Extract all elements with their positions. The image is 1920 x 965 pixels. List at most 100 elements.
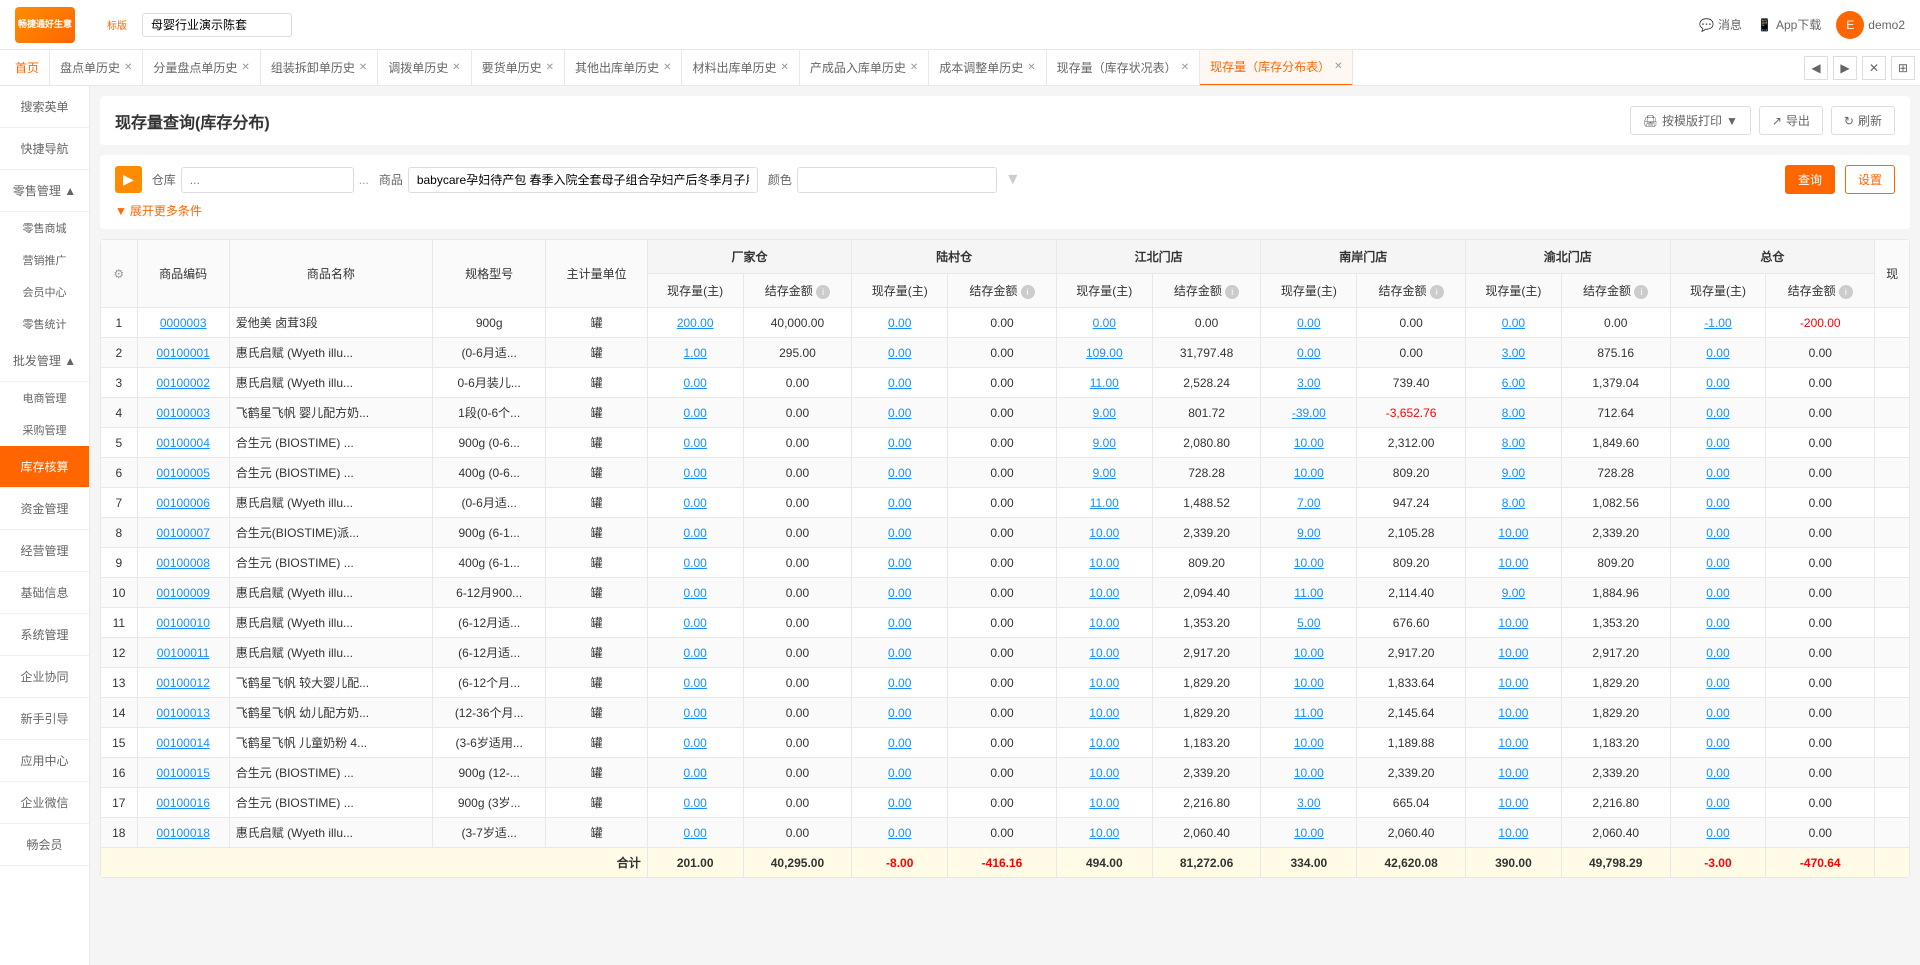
row-j1-link[interactable]: 10.00 <box>1089 766 1119 780</box>
row-n1-link[interactable]: 9.00 <box>1297 526 1320 540</box>
row-n1-link[interactable]: 10.00 <box>1294 466 1324 480</box>
row-t1-link[interactable]: 0.00 <box>1706 766 1729 780</box>
code-link[interactable]: 00100016 <box>156 796 209 810</box>
code-link[interactable]: 00100002 <box>156 376 209 390</box>
app-download-btn[interactable]: 📱 App下载 <box>1757 16 1821 33</box>
row-y1-link[interactable]: 3.00 <box>1502 346 1525 360</box>
export-btn[interactable]: ↗ 导出 <box>1759 106 1823 135</box>
user-avatar-area[interactable]: E demo2 <box>1836 11 1905 39</box>
row-y1-link[interactable]: 10.00 <box>1498 646 1528 660</box>
tab-close-inv-status[interactable]: ✕ <box>1181 62 1189 73</box>
row-l1-link[interactable]: 0.00 <box>888 586 911 600</box>
code-link[interactable]: 00100012 <box>156 676 209 690</box>
n-amt-info-icon[interactable]: i <box>1430 285 1444 299</box>
row-n1-link[interactable]: 0.00 <box>1297 316 1320 330</box>
code-link[interactable]: 00100005 <box>156 466 209 480</box>
sidebar-item-retail-stats[interactable]: 零售统计 <box>0 308 89 340</box>
row-f1-link[interactable]: 0.00 <box>683 586 706 600</box>
tab-expand-btn[interactable]: ⊞ <box>1891 56 1915 80</box>
print-btn[interactable]: 🖨 按模版打印 ▼ <box>1630 106 1751 135</box>
row-y1-link[interactable]: 0.00 <box>1502 316 1525 330</box>
sidebar-item-basic[interactable]: 基础信息 <box>0 572 89 614</box>
row-l1-link[interactable]: 0.00 <box>888 496 911 510</box>
row-l1-link[interactable]: 0.00 <box>888 406 911 420</box>
row-l1-link[interactable]: 0.00 <box>888 526 911 540</box>
tab-home[interactable]: 首页 <box>5 50 50 86</box>
row-j1-link[interactable]: 10.00 <box>1089 736 1119 750</box>
row-n1-link[interactable]: 10.00 <box>1294 646 1324 660</box>
row-y1-link[interactable]: 8.00 <box>1502 436 1525 450</box>
row-y1-link[interactable]: 10.00 <box>1498 796 1528 810</box>
sidebar-item-purchase[interactable]: 采购管理 <box>0 414 89 446</box>
row-n1-link[interactable]: 0.00 <box>1297 346 1320 360</box>
row-t1-link[interactable]: -1.00 <box>1704 316 1731 330</box>
f-amt-info-icon[interactable]: i <box>816 285 830 299</box>
tab-inventory-dist[interactable]: 现存量（库存分布表） ✕ <box>1200 50 1353 86</box>
code-link[interactable]: 00100009 <box>156 586 209 600</box>
warehouse-more-btn[interactable]: ... <box>359 173 369 187</box>
code-link[interactable]: 00100006 <box>156 496 209 510</box>
row-y1-link[interactable]: 9.00 <box>1502 586 1525 600</box>
row-t1-link[interactable]: 0.00 <box>1706 526 1729 540</box>
tab-close-inv-dist[interactable]: ✕ <box>1334 61 1342 72</box>
row-l1-link[interactable]: 0.00 <box>888 316 911 330</box>
row-y1-link[interactable]: 8.00 <box>1502 406 1525 420</box>
tab-stocktake[interactable]: 盘点单历史 ✕ <box>50 50 143 86</box>
tab-close-material[interactable]: ✕ <box>780 62 788 73</box>
row-f1-link[interactable]: 0.00 <box>683 616 706 630</box>
code-link[interactable]: 00100014 <box>156 736 209 750</box>
row-j1-link[interactable]: 11.00 <box>1090 496 1119 510</box>
row-f1-link[interactable]: 0.00 <box>683 796 706 810</box>
row-t1-link[interactable]: 0.00 <box>1706 736 1729 750</box>
query-btn[interactable]: 查询 <box>1785 165 1835 194</box>
row-t1-link[interactable]: 0.00 <box>1706 556 1729 570</box>
row-f1-link[interactable]: 0.00 <box>683 706 706 720</box>
tab-inventory-status[interactable]: 现存量（库存状况表） ✕ <box>1047 50 1200 86</box>
row-l1-link[interactable]: 0.00 <box>888 346 911 360</box>
row-f1-link[interactable]: 0.00 <box>683 646 706 660</box>
code-link[interactable]: 00100018 <box>156 826 209 840</box>
tab-next-btn[interactable]: ▶ <box>1833 56 1857 80</box>
row-f1-link[interactable]: 0.00 <box>683 406 706 420</box>
row-j1-link[interactable]: 9.00 <box>1093 466 1116 480</box>
tab-close-cost[interactable]: ✕ <box>1027 62 1035 73</box>
row-f1-link[interactable]: 0.00 <box>683 526 706 540</box>
row-j1-link[interactable]: 10.00 <box>1089 676 1119 690</box>
tab-product-in[interactable]: 产成品入库单历史 ✕ <box>800 50 929 86</box>
row-t1-link[interactable]: 0.00 <box>1706 796 1729 810</box>
code-link[interactable]: 00100010 <box>156 616 209 630</box>
filter-toggle-btn[interactable]: ▶ <box>115 166 142 193</box>
row-n1-link[interactable]: 10.00 <box>1294 826 1324 840</box>
row-n1-link[interactable]: 7.00 <box>1297 496 1320 510</box>
tab-close-other[interactable]: ✕ <box>663 62 671 73</box>
row-f1-link[interactable]: 0.00 <box>683 676 706 690</box>
row-n1-link[interactable]: 11.00 <box>1294 706 1323 720</box>
code-link[interactable]: 00100013 <box>156 706 209 720</box>
row-y1-link[interactable]: 10.00 <box>1498 826 1528 840</box>
color-input[interactable] <box>797 167 997 193</box>
row-n1-link[interactable]: 10.00 <box>1294 766 1324 780</box>
row-l1-link[interactable]: 0.00 <box>888 796 911 810</box>
row-j1-link[interactable]: 9.00 <box>1093 436 1116 450</box>
row-j1-link[interactable]: 10.00 <box>1089 706 1119 720</box>
tab-close-product[interactable]: ✕ <box>910 62 918 73</box>
row-n1-link[interactable]: 5.00 <box>1297 616 1320 630</box>
row-t1-link[interactable]: 0.00 <box>1706 436 1729 450</box>
sidebar-item-wholesale[interactable]: 批发管理 ▲ <box>0 340 89 382</box>
row-j1-link[interactable]: 10.00 <box>1089 616 1119 630</box>
row-n1-link[interactable]: 10.00 <box>1294 676 1324 690</box>
row-j1-link[interactable]: 10.00 <box>1089 826 1119 840</box>
row-f1-link[interactable]: 0.00 <box>683 736 706 750</box>
tab-close-stocktake[interactable]: ✕ <box>124 62 132 73</box>
row-y1-link[interactable]: 8.00 <box>1502 496 1525 510</box>
row-l1-link[interactable]: 0.00 <box>888 466 911 480</box>
sidebar-item-system[interactable]: 系统管理 <box>0 614 89 656</box>
tab-other-out[interactable]: 其他出库单历史 ✕ <box>565 50 682 86</box>
row-f1-link[interactable]: 0.00 <box>683 436 706 450</box>
row-y1-link[interactable]: 9.00 <box>1502 466 1525 480</box>
row-l1-link[interactable]: 0.00 <box>888 646 911 660</box>
row-t1-link[interactable]: 0.00 <box>1706 466 1729 480</box>
row-y1-link[interactable]: 10.00 <box>1498 616 1528 630</box>
row-t1-link[interactable]: 0.00 <box>1706 346 1729 360</box>
message-btn[interactable]: 💬 消息 <box>1699 16 1742 33</box>
